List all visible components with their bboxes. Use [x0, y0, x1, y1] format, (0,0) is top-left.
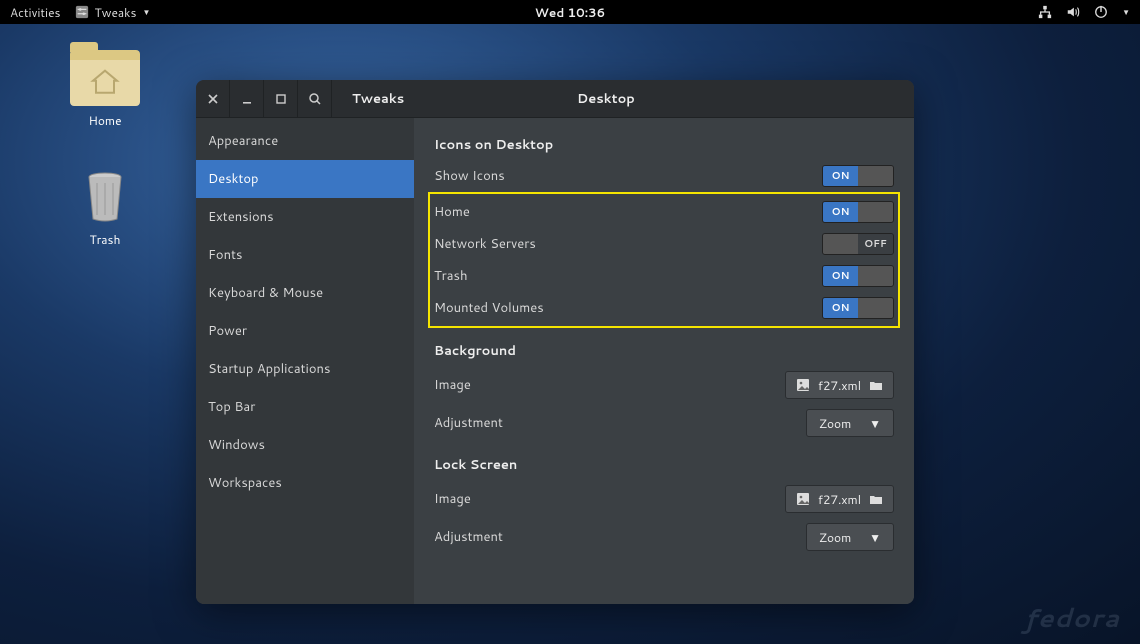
switch-network-servers[interactable]: OFF [822, 233, 894, 255]
section-icons-on-desktop: Icons on Desktop [434, 136, 894, 154]
clock[interactable]: Wed 10:36 [535, 4, 605, 21]
system-tray[interactable]: ▼ [1038, 5, 1130, 19]
minimize-button[interactable] [230, 80, 264, 118]
highlighted-region: Home ON Network Servers OFF Trash ON Mou… [428, 192, 900, 328]
maximize-button[interactable] [264, 80, 298, 118]
row-network-servers: Network Servers OFF [434, 228, 894, 260]
row-bg-image: Image f27.xml [434, 366, 894, 404]
gnome-topbar: Activities Tweaks ▼ Wed 10:36 ▼ [0, 0, 1140, 24]
chevron-down-icon: ▼ [869, 529, 881, 546]
sidebar-item-desktop[interactable]: Desktop [196, 160, 414, 198]
desktop-root: Activities Tweaks ▼ Wed 10:36 ▼ Home [0, 0, 1140, 644]
label-bg-image: Image [434, 376, 471, 394]
tweaks-app-icon [75, 5, 89, 19]
sidebar-item-top-bar[interactable]: Top Bar [196, 388, 414, 426]
label-lock-adjustment: Adjustment [434, 528, 503, 546]
section-background: Background [434, 342, 894, 360]
sidebar-item-startup-applications[interactable]: Startup Applications [196, 350, 414, 388]
label-lock-image: Image [434, 490, 471, 508]
app-menu[interactable]: Tweaks ▼ [75, 4, 151, 21]
window-titlebar: Tweaks Desktop [196, 80, 914, 118]
chevron-down-icon: ▼ [1122, 6, 1130, 18]
trash-icon-label: Trash [90, 231, 121, 248]
window-app-title: Tweaks [332, 90, 424, 108]
image-file-icon [796, 492, 810, 506]
sidebar-item-workspaces[interactable]: Workspaces [196, 464, 414, 502]
home-icon-label: Home [88, 112, 121, 129]
switch-trash[interactable]: ON [822, 265, 894, 287]
bg-image-chooser[interactable]: f27.xml [785, 371, 894, 399]
search-button[interactable] [298, 80, 332, 118]
row-home: Home ON [434, 196, 894, 228]
network-icon [1038, 5, 1052, 19]
label-show-icons: Show Icons [434, 167, 505, 185]
power-icon [1094, 5, 1108, 19]
content-pane: Icons on Desktop Show Icons ON Home ON N… [414, 118, 914, 604]
bg-adjustment-select[interactable]: Zoom ▼ [806, 409, 894, 437]
label-network-servers: Network Servers [434, 235, 536, 253]
label-bg-adjustment: Adjustment [434, 414, 503, 432]
label-mounted-volumes: Mounted Volumes [434, 299, 544, 317]
sidebar-item-extensions[interactable]: Extensions [196, 198, 414, 236]
home-desktop-icon[interactable]: Home [60, 50, 150, 129]
row-trash: Trash ON [434, 260, 894, 292]
row-lock-image: Image f27.xml [434, 480, 894, 518]
activities-button[interactable]: Activities [10, 4, 61, 21]
house-icon [90, 69, 120, 95]
switch-mounted-volumes[interactable]: ON [822, 297, 894, 319]
switch-show-icons[interactable]: ON [822, 165, 894, 187]
switch-home[interactable]: ON [822, 201, 894, 223]
sidebar-item-fonts[interactable]: Fonts [196, 236, 414, 274]
row-lock-adjustment: Adjustment Zoom ▼ [434, 518, 894, 556]
folder-open-icon [869, 378, 883, 392]
row-bg-adjustment: Adjustment Zoom ▼ [434, 404, 894, 442]
watermark: fedora [1024, 600, 1120, 636]
sidebar-item-appearance[interactable]: Appearance [196, 122, 414, 160]
image-file-icon [796, 378, 810, 392]
tweaks-window: Tweaks Desktop Appearance Desktop Extens… [196, 80, 914, 604]
close-button[interactable] [196, 80, 230, 118]
section-lock-screen: Lock Screen [434, 456, 894, 474]
label-trash: Trash [434, 267, 468, 285]
row-show-icons: Show Icons ON [434, 160, 894, 192]
sidebar-item-windows[interactable]: Windows [196, 426, 414, 464]
desktop-icons-area: Home Trash [60, 50, 150, 248]
sidebar: Appearance Desktop Extensions Fonts Keyb… [196, 118, 414, 604]
sidebar-item-power[interactable]: Power [196, 312, 414, 350]
row-mounted-volumes: Mounted Volumes ON [434, 292, 894, 324]
sidebar-item-keyboard-mouse[interactable]: Keyboard & Mouse [196, 274, 414, 312]
trash-desktop-icon[interactable]: Trash [60, 169, 150, 248]
chevron-down-icon: ▼ [869, 415, 881, 432]
volume-icon [1066, 5, 1080, 19]
lock-adjustment-select[interactable]: Zoom ▼ [806, 523, 894, 551]
lock-image-chooser[interactable]: f27.xml [785, 485, 894, 513]
folder-open-icon [869, 492, 883, 506]
trash-icon [80, 169, 130, 225]
folder-icon [70, 50, 140, 106]
label-home: Home [434, 203, 470, 221]
chevron-down-icon: ▼ [142, 6, 150, 18]
app-menu-label: Tweaks [95, 4, 137, 21]
window-page-title: Desktop [577, 90, 635, 108]
